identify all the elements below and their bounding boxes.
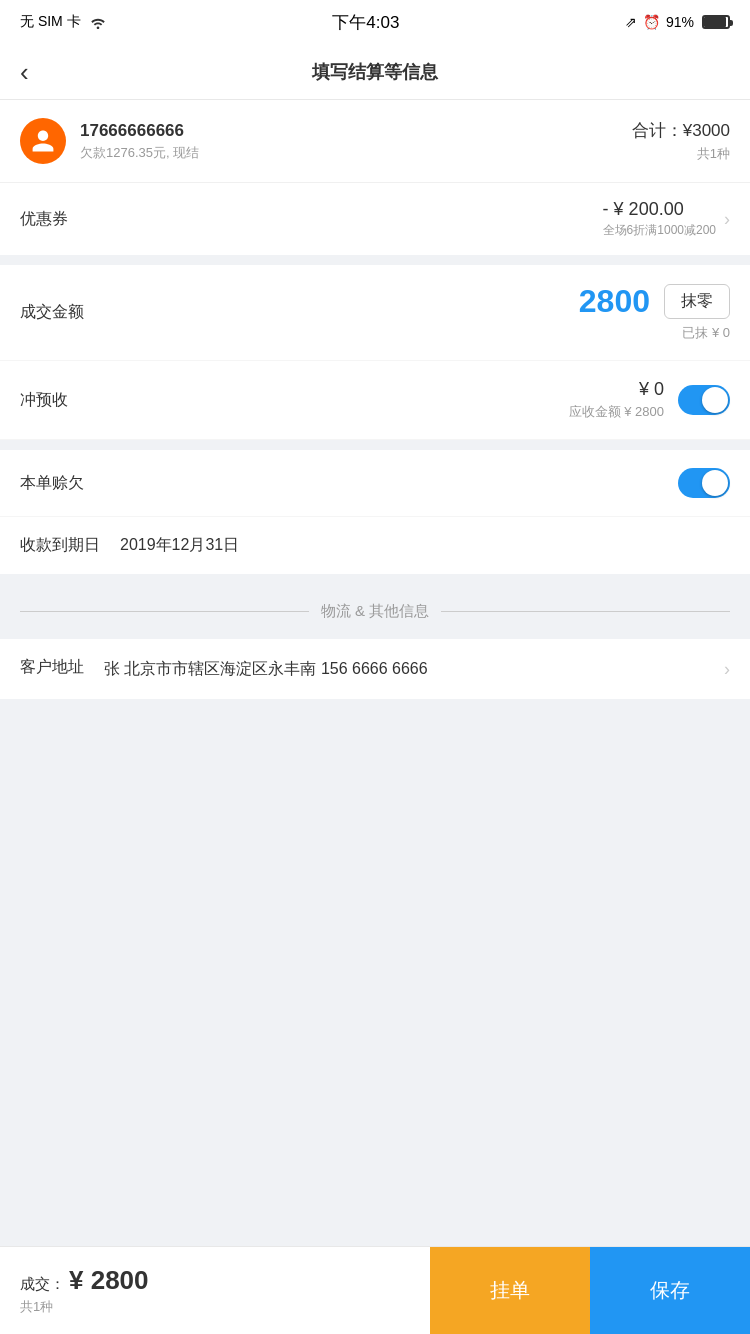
deal-amount-card: 成交金额 2800 抹零 已抹 ¥ 0 冲预收 ¥ 0 应收金额 ¥ 2800 <box>0 265 750 440</box>
already-zero-text: 已抹 ¥ 0 <box>579 324 730 342</box>
battery-text: 91% <box>666 14 694 30</box>
customer-phone: 17666666666 <box>80 121 199 141</box>
chong-amount: ¥ 0 <box>569 379 664 400</box>
content: 17666666666 欠款1276.35元, 现结 合计：¥3000 共1种 … <box>0 100 750 859</box>
chong-yushou-right: ¥ 0 应收金额 ¥ 2800 <box>569 379 730 421</box>
save-button[interactable]: 保存 <box>590 1247 750 1334</box>
battery-icon <box>702 15 730 29</box>
avatar <box>20 118 66 164</box>
total-amount: 合计：¥3000 <box>632 119 730 142</box>
address-row[interactable]: 客户地址 张 北京市市辖区海淀区永丰南 156 6666 6666 › <box>0 639 750 699</box>
fuling-button[interactable]: 抹零 <box>664 284 730 319</box>
deal-amount-value-row: 2800 抹零 <box>579 283 730 320</box>
nav-bar: ‹ 填写结算等信息 <box>0 44 750 100</box>
address-card: 客户地址 张 北京市市辖区海淀区永丰南 156 6666 6666 › <box>0 639 750 699</box>
logistics-label: 物流 & 其他信息 <box>321 602 429 621</box>
she-qian-toggle[interactable] <box>678 468 730 498</box>
due-date-label: 收款到期日 <box>20 535 100 556</box>
logistics-header: 物流 & 其他信息 <box>0 584 750 639</box>
status-right: ⇗ ⏰ 91% <box>625 14 730 30</box>
address-chevron-icon: › <box>724 659 730 680</box>
status-left: 无 SIM 卡 <box>20 13 107 31</box>
bottom-summary: 成交： ¥ 2800 共1种 <box>0 1265 430 1316</box>
extra-space <box>0 709 750 769</box>
coupon-row[interactable]: 优惠券 - ¥ 200.00 全场6折满1000减200 › <box>0 182 750 255</box>
deal-amount-right: 2800 抹零 已抹 ¥ 0 <box>579 283 730 342</box>
bottom-bar: 成交： ¥ 2800 共1种 挂单 保存 <box>0 1246 750 1334</box>
total-count: 共1种 <box>632 145 730 163</box>
customer-left: 17666666666 欠款1276.35元, 现结 <box>20 118 199 164</box>
logistics-line-right <box>441 611 730 612</box>
she-qian-label: 本单赊欠 <box>20 473 84 494</box>
coupon-label: 优惠券 <box>20 209 68 230</box>
deal-amount-row: 成交金额 2800 抹零 已抹 ¥ 0 <box>0 265 750 361</box>
status-time: 下午4:03 <box>332 11 399 34</box>
bottom-deal-amount: ¥ 2800 <box>69 1265 149 1296</box>
carrier-text: 无 SIM 卡 <box>20 13 81 31</box>
bottom-count: 共1种 <box>20 1298 410 1316</box>
she-qian-card: 本单赊欠 收款到期日 2019年12月31日 <box>0 450 750 574</box>
bottom-buttons: 挂单 保存 <box>430 1247 750 1334</box>
deal-amount-label: 成交金额 <box>20 302 84 323</box>
back-button[interactable]: ‹ <box>20 59 29 85</box>
page-title: 填写结算等信息 <box>312 60 438 84</box>
customer-card: 17666666666 欠款1276.35元, 现结 合计：¥3000 共1种 … <box>0 100 750 255</box>
customer-info: 17666666666 欠款1276.35元, 现结 <box>80 121 199 162</box>
due-date-value: 2019年12月31日 <box>120 535 239 556</box>
address-label: 客户地址 <box>20 657 84 678</box>
location-icon: ⇗ <box>625 14 637 30</box>
coupon-right: - ¥ 200.00 全场6折满1000减200 › <box>603 199 730 239</box>
address-value: 张 北京市市辖区海淀区永丰南 156 6666 6666 <box>104 657 724 681</box>
coupon-chevron-icon: › <box>724 209 730 230</box>
she-qian-row: 本单赊欠 <box>0 450 750 517</box>
customer-row: 17666666666 欠款1276.35元, 现结 合计：¥3000 共1种 <box>0 100 750 182</box>
bottom-amount-row: 成交： ¥ 2800 <box>20 1265 410 1296</box>
hang-button[interactable]: 挂单 <box>430 1247 590 1334</box>
customer-debt: 欠款1276.35元, 现结 <box>80 144 199 162</box>
wifi-icon <box>89 15 107 29</box>
bottom-deal-label: 成交： <box>20 1275 65 1294</box>
chong-yushou-row: 冲预收 ¥ 0 应收金额 ¥ 2800 <box>0 361 750 440</box>
deal-amount-value: 2800 <box>579 283 650 320</box>
coupon-discount: - ¥ 200.00 <box>603 199 716 220</box>
logistics-line-left <box>20 611 309 612</box>
coupon-desc: 全场6折满1000减200 <box>603 222 716 239</box>
status-bar: 无 SIM 卡 下午4:03 ⇗ ⏰ 91% <box>0 0 750 44</box>
chong-amount-block: ¥ 0 应收金额 ¥ 2800 <box>569 379 664 421</box>
chong-yushou-toggle[interactable] <box>678 385 730 415</box>
chong-yushou-label: 冲预收 <box>20 390 68 411</box>
customer-total: 合计：¥3000 共1种 <box>632 119 730 163</box>
chong-sub-label: 应收金额 ¥ 2800 <box>569 403 664 421</box>
due-date-row: 收款到期日 2019年12月31日 <box>0 517 750 574</box>
alarm-icon: ⏰ <box>643 14 660 30</box>
